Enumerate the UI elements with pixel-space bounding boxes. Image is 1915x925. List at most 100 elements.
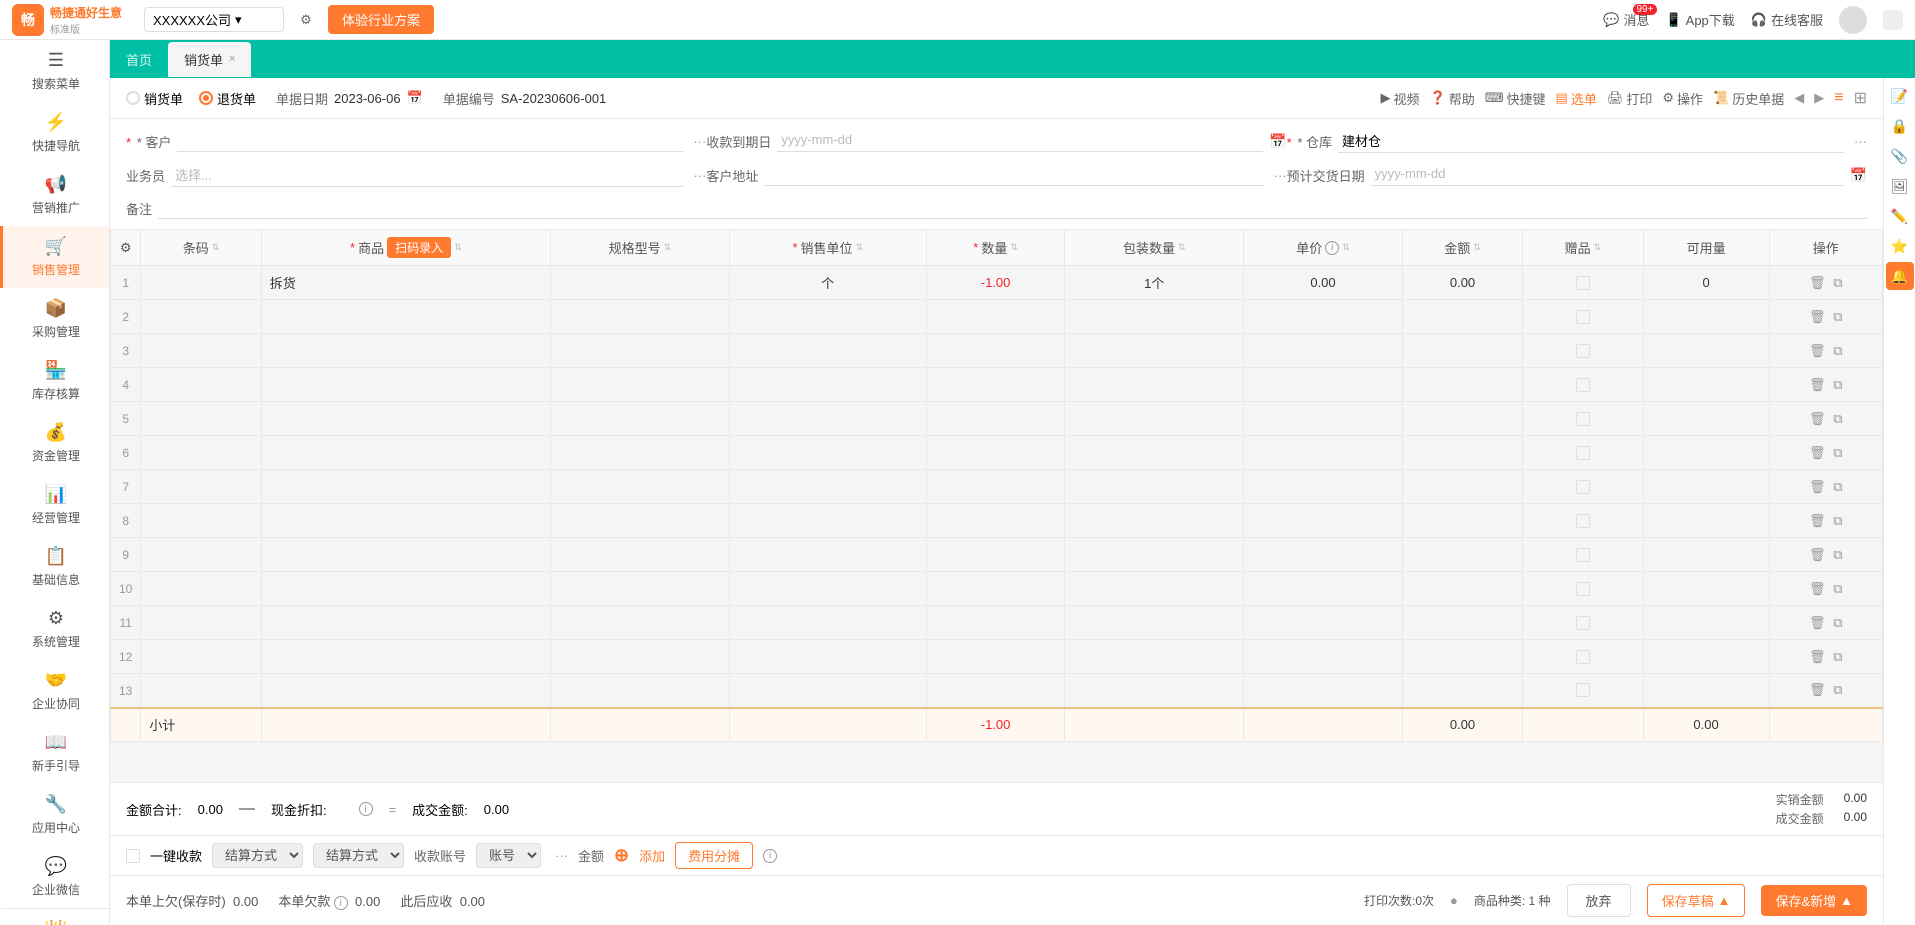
cell-unit[interactable] [729, 300, 926, 334]
cell-pkg-qty[interactable] [1065, 538, 1244, 572]
cell-spec[interactable] [550, 334, 729, 368]
notes-input[interactable] [158, 197, 1867, 219]
cell-product[interactable] [261, 606, 550, 640]
cell-pkg-qty[interactable] [1065, 470, 1244, 504]
list-view-icon[interactable]: ≡ [1834, 89, 1843, 107]
cell-pkg-qty[interactable] [1065, 674, 1244, 708]
cell-spec[interactable] [550, 368, 729, 402]
cell-unit-price[interactable] [1244, 470, 1403, 504]
cell-qty[interactable] [926, 470, 1065, 504]
cell-gift[interactable] [1523, 572, 1643, 606]
cell-spec[interactable] [550, 674, 729, 708]
select-link[interactable]: ▤ 选单 [1556, 89, 1597, 108]
cell-spec[interactable] [550, 538, 729, 572]
delete-icon[interactable]: 🗑 [1809, 275, 1826, 290]
cell-spec[interactable] [550, 266, 729, 300]
print-link[interactable]: 🖨 打印 [1607, 89, 1653, 108]
cell-amount[interactable] [1402, 504, 1522, 538]
copy-icon[interactable]: ⧉ [1833, 275, 1842, 290]
copy-icon[interactable]: ⧉ [1833, 547, 1842, 562]
cell-unit-price[interactable] [1244, 436, 1403, 470]
cell-gift[interactable] [1523, 368, 1643, 402]
cell-unit[interactable] [729, 674, 926, 708]
discount-info-icon[interactable]: i [359, 802, 373, 816]
cell-pkg-qty[interactable] [1065, 334, 1244, 368]
cell-gift[interactable] [1523, 674, 1643, 708]
cell-barcode[interactable] [141, 266, 261, 300]
delete-icon[interactable]: 🗑 [1809, 377, 1826, 392]
sort-product-icon[interactable]: ⇅ [454, 242, 462, 253]
cell-qty[interactable] [926, 572, 1065, 606]
delete-icon[interactable]: 🗑 [1809, 309, 1826, 324]
side-tool-photo[interactable]: 🖼 [1886, 172, 1914, 200]
cell-product[interactable] [261, 640, 550, 674]
sidebar-item-member[interactable]: 👑 畅会员 [0, 908, 109, 925]
nav-prev-icon[interactable]: ◀ [1794, 90, 1804, 106]
cell-pkg-qty[interactable]: 1个 [1065, 266, 1244, 300]
delete-icon[interactable]: 🗑 [1809, 343, 1826, 358]
delete-icon[interactable]: 🗑 [1809, 513, 1826, 528]
cell-product[interactable] [261, 436, 550, 470]
cell-unit-price[interactable] [1244, 640, 1403, 674]
cell-qty[interactable] [926, 606, 1065, 640]
copy-icon[interactable]: ⧉ [1833, 615, 1842, 630]
cell-spec[interactable] [550, 572, 729, 606]
side-tool-star[interactable]: ⭐ [1886, 232, 1914, 260]
cell-unit-price[interactable] [1244, 300, 1403, 334]
delete-icon[interactable]: 🗑 [1809, 649, 1826, 664]
cell-barcode[interactable] [141, 572, 261, 606]
cell-barcode[interactable] [141, 674, 261, 708]
side-tool-edit[interactable]: ✏️ [1886, 202, 1914, 230]
sort-price-icon[interactable]: ⇅ [1342, 242, 1350, 253]
copy-icon[interactable]: ⧉ [1833, 377, 1842, 392]
sidebar-item-inventory[interactable]: 🏪 库存核算 [0, 350, 109, 412]
sidebar-item-app-center[interactable]: 🔧 应用中心 [0, 784, 109, 846]
cell-product[interactable] [261, 538, 550, 572]
radio-return[interactable]: 退货单 [199, 89, 256, 108]
account-select[interactable]: 账号 [476, 843, 541, 868]
cell-barcode[interactable] [141, 436, 261, 470]
cell-gift[interactable] [1523, 334, 1643, 368]
side-tool-attach[interactable]: 📎 [1886, 142, 1914, 170]
cell-amount[interactable] [1402, 300, 1522, 334]
cell-amount[interactable] [1402, 368, 1522, 402]
cell-qty[interactable] [926, 300, 1065, 334]
cell-spec[interactable] [550, 640, 729, 674]
cell-pkg-qty[interactable] [1065, 572, 1244, 606]
account-dots-icon[interactable]: ··· [555, 848, 568, 863]
cell-qty[interactable] [926, 504, 1065, 538]
sidebar-item-marketing[interactable]: 📢 营销推广 [0, 164, 109, 226]
cell-spec[interactable] [550, 470, 729, 504]
copy-icon[interactable]: ⧉ [1833, 513, 1842, 528]
calendar-receive-icon[interactable]: 📅 [1269, 133, 1286, 150]
save-draft-button[interactable]: 保存草稿 ▲ [1647, 884, 1746, 917]
copy-icon[interactable]: ⧉ [1833, 411, 1842, 426]
sort-gift-icon[interactable]: ⇅ [1594, 242, 1602, 253]
sort-spec-icon[interactable]: ⇅ [664, 242, 672, 253]
cell-amount[interactable] [1402, 674, 1522, 708]
cell-amount[interactable] [1402, 436, 1522, 470]
cell-barcode[interactable] [141, 504, 261, 538]
cell-qty[interactable] [926, 674, 1065, 708]
sidebar-item-sales[interactable]: 🛒 销售管理 [0, 226, 109, 288]
cell-gift[interactable] [1523, 640, 1643, 674]
debt-info-icon[interactable]: i [334, 896, 348, 910]
cell-amount[interactable] [1402, 538, 1522, 572]
copy-icon[interactable]: ⧉ [1833, 581, 1842, 596]
cell-unit[interactable] [729, 402, 926, 436]
table-settings-icon[interactable]: ⚙ [120, 240, 132, 255]
cell-unit-price[interactable] [1244, 572, 1403, 606]
price-info-icon[interactable]: i [1325, 241, 1339, 255]
cell-qty[interactable] [926, 538, 1065, 572]
shortcut-link[interactable]: ⌨ 快捷键 [1485, 89, 1546, 108]
cell-unit[interactable] [729, 436, 926, 470]
cell-amount[interactable]: 0.00 [1402, 266, 1522, 300]
cell-pkg-qty[interactable] [1065, 640, 1244, 674]
cell-product[interactable]: 拆货 [261, 266, 550, 300]
side-tool-lock[interactable]: 🔒 [1886, 112, 1914, 140]
cell-barcode[interactable] [141, 538, 261, 572]
nav-next-icon[interactable]: ▶ [1814, 90, 1824, 106]
sidebar-item-system[interactable]: ⚙ 系统管理 [0, 598, 109, 660]
tab-sales-order[interactable]: 销货单 × [168, 42, 251, 77]
cell-qty[interactable]: -1.00 [926, 266, 1065, 300]
